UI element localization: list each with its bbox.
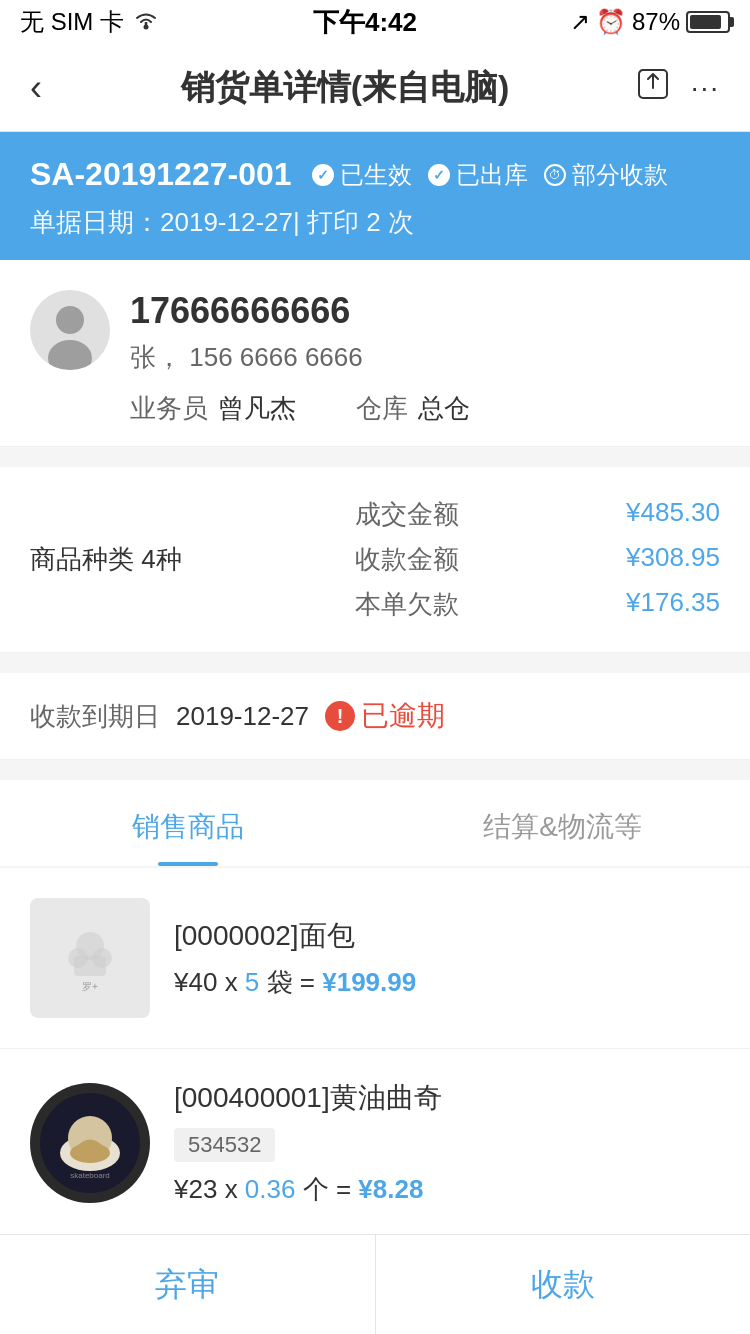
- summary-right: 成交金额 ¥485.30 收款金额 ¥308.95 本单欠款 ¥176.35: [355, 497, 720, 622]
- product-list: 罗+ [0000002]面包 ¥40 x 5 袋 = ¥199.99: [0, 868, 750, 1238]
- due-label: 收款到期日: [30, 699, 160, 734]
- due-section: 收款到期日 2019-12-27 ! 已逾期: [0, 673, 750, 760]
- avatar-icon: [30, 290, 110, 370]
- wifi-icon: [132, 8, 160, 36]
- customer-section: 17666666666 张， 156 6666 6666 业务员 曾凡杰 仓库 …: [0, 260, 750, 447]
- tab-sales-products[interactable]: 销售商品: [0, 780, 375, 866]
- product-info-1: [0000002]面包 ¥40 x 5 袋 = ¥199.99: [174, 917, 720, 1000]
- overdue-text: 已逾期: [361, 697, 445, 735]
- status-bar: 无 SIM 卡 下午4:42 ↗ ⏰ 87%: [0, 0, 750, 44]
- warehouse-meta: 仓库 总仓: [356, 391, 470, 426]
- product-name-1: [0000002]面包: [174, 917, 720, 955]
- customer-avatar: [30, 290, 110, 370]
- product-thumb-1: 罗+: [30, 898, 150, 1018]
- battery-icon: [686, 11, 730, 33]
- carrier-text: 无 SIM 卡: [20, 6, 124, 38]
- badge-effective: ✓ 已生效: [312, 159, 412, 191]
- check-icon-2: ✓: [428, 164, 450, 186]
- status-left: 无 SIM 卡: [20, 6, 160, 38]
- product-info-2: [000400001]黄油曲奇 534532 ¥23 x 0.36 个 = ¥8…: [174, 1079, 720, 1207]
- status-right: ↗ ⏰ 87%: [570, 8, 730, 36]
- product-item: 罗+ [0000002]面包 ¥40 x 5 袋 = ¥199.99: [0, 868, 750, 1049]
- deal-amount: ¥485.30: [626, 497, 720, 532]
- product-name-2: [000400001]黄油曲奇: [174, 1079, 720, 1117]
- page-title: 销货单详情(来自电脑): [90, 65, 600, 111]
- svg-text:skateboard: skateboard: [70, 1171, 110, 1180]
- received-row: 收款金额 ¥308.95: [355, 542, 720, 577]
- check-icon-1: ✓: [312, 164, 334, 186]
- back-button[interactable]: ‹: [30, 67, 90, 109]
- product-image-icon: skateboard: [40, 1093, 140, 1193]
- svg-point-13: [70, 1143, 110, 1163]
- customer-name: 张， 156 6666 6666: [130, 340, 720, 375]
- owed-row: 本单欠款 ¥176.35: [355, 587, 720, 622]
- product-price-1: ¥40 x 5 袋 = ¥199.99: [174, 965, 720, 1000]
- tabs-section: 销售商品 结算&物流等: [0, 780, 750, 866]
- share-button[interactable]: [635, 66, 671, 110]
- bottom-bar: 弃审 收款: [0, 1234, 750, 1334]
- owed-amount: ¥176.35: [626, 587, 720, 622]
- sales-meta: 业务员 曾凡杰: [130, 391, 296, 426]
- warehouse-name: 总仓: [418, 391, 470, 426]
- product-price-2: ¥23 x 0.36 个 = ¥8.28: [174, 1172, 720, 1207]
- customer-info: 17666666666 张， 156 6666 6666 业务员 曾凡杰 仓库 …: [130, 290, 720, 426]
- nav-actions: ···: [600, 66, 720, 110]
- location-icon: ↗: [570, 8, 590, 36]
- alarm-icon: ⏰: [596, 8, 626, 36]
- product-thumb-2: skateboard: [30, 1083, 150, 1203]
- summary-section: 商品种类 4种 成交金额 ¥485.30 收款金额 ¥308.95 本单欠款 ¥…: [0, 467, 750, 653]
- order-date: 单据日期：2019-12-27| 打印 2 次: [30, 205, 720, 240]
- product-placeholder-icon: 罗+: [50, 918, 130, 998]
- order-banner: SA-20191227-001 ✓ 已生效 ✓ 已出库 ⏱ 部分收款 单据日期：…: [0, 132, 750, 260]
- received-amount: ¥308.95: [626, 542, 720, 577]
- svg-point-3: [56, 306, 84, 334]
- deal-amount-row: 成交金额 ¥485.30: [355, 497, 720, 532]
- clock-icon: ⏱: [544, 164, 566, 186]
- tabs-bar: 销售商品 结算&物流等: [0, 780, 750, 866]
- category-info: 商品种类 4种: [30, 542, 335, 577]
- product-sku: 534532: [174, 1128, 275, 1162]
- customer-id: 17666666666: [130, 290, 720, 332]
- product-item-2: skateboard [000400001]黄油曲奇 534532 ¥23 x …: [0, 1049, 750, 1238]
- overdue-badge: ! 已逾期: [325, 697, 445, 735]
- badge-partial-payment: ⏱ 部分收款: [544, 159, 668, 191]
- order-badges: ✓ 已生效 ✓ 已出库 ⏱ 部分收款: [312, 159, 668, 191]
- cancel-button[interactable]: 弃审: [0, 1235, 376, 1334]
- sales-name: 曾凡杰: [218, 391, 296, 426]
- summary-left: 商品种类 4种: [30, 497, 335, 622]
- svg-text:罗+: 罗+: [82, 981, 98, 992]
- due-date: 2019-12-27: [176, 701, 309, 732]
- customer-meta: 业务员 曾凡杰 仓库 总仓: [130, 391, 720, 426]
- svg-rect-8: [74, 956, 106, 976]
- status-time: 下午4:42: [313, 5, 417, 40]
- order-number: SA-20191227-001: [30, 156, 292, 193]
- tab-settlement-logistics[interactable]: 结算&物流等: [375, 780, 750, 866]
- confirm-button[interactable]: 收款: [376, 1235, 751, 1334]
- battery-percent: 87%: [632, 8, 680, 36]
- badge-shipped: ✓ 已出库: [428, 159, 528, 191]
- svg-point-0: [144, 25, 149, 30]
- nav-bar: ‹ 销货单详情(来自电脑) ···: [0, 44, 750, 132]
- more-button[interactable]: ···: [691, 72, 720, 104]
- overdue-icon: !: [325, 701, 355, 731]
